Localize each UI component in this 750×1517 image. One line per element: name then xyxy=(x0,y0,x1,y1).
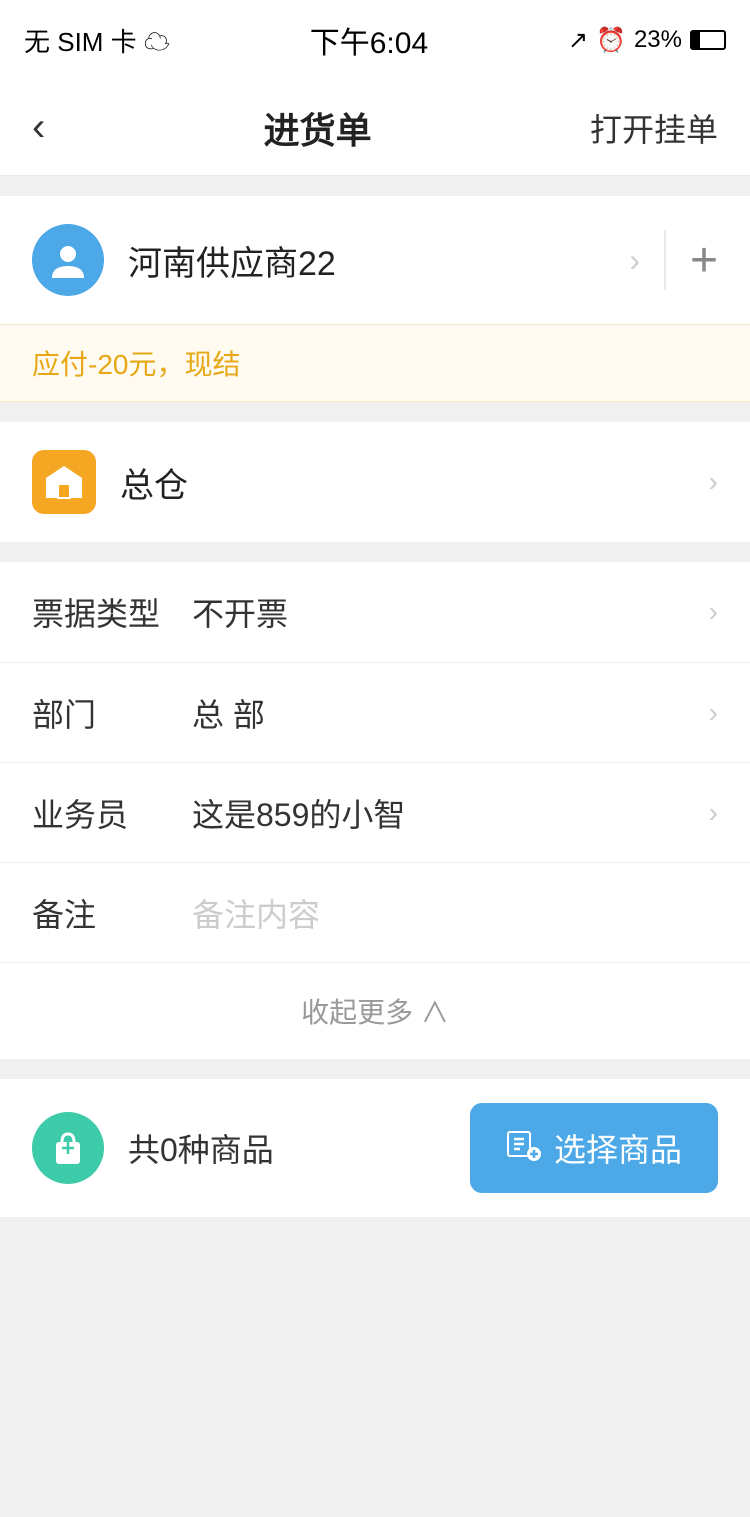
supplier-avatar xyxy=(32,224,104,296)
battery-icon xyxy=(690,30,726,50)
collapse-row[interactable]: 收起更多 ∧ xyxy=(0,962,750,1059)
remark-row[interactable]: 备注 备注内容 xyxy=(0,862,750,962)
bag-icon xyxy=(48,1128,88,1168)
department-row[interactable]: 部门 总 部 › xyxy=(0,662,750,762)
section-divider-1 xyxy=(0,176,750,196)
warehouse-row[interactable]: 总仓 › xyxy=(0,422,750,542)
select-product-label: 选择商品 xyxy=(554,1125,682,1171)
department-value: 总 部 xyxy=(172,690,709,736)
salesperson-value: 这是859的小智 xyxy=(172,790,709,836)
battery-text: 23% xyxy=(634,26,682,54)
info-banner: 应付-20元，现结 xyxy=(0,324,750,402)
select-product-button[interactable]: 选择商品 xyxy=(470,1103,718,1193)
remark-label: 备注 xyxy=(32,890,172,936)
section-divider-2 xyxy=(0,402,750,422)
form-section: 票据类型 不开票 › 部门 总 部 › 业务员 这是859的小智 › 备注 备注… xyxy=(0,562,750,1059)
section-divider-3 xyxy=(0,542,750,562)
select-product-icon xyxy=(506,1126,542,1170)
warehouse-name: 总仓 xyxy=(120,458,709,507)
department-chevron-icon: › xyxy=(709,697,718,729)
status-battery: ↗ ⏰ 23% xyxy=(568,26,726,55)
nav-bar: ‹ 进货单 打开挂单 xyxy=(0,80,750,176)
collapse-text: 收起更多 ∧ xyxy=(301,991,449,1031)
supplier-name: 河南供应商22 xyxy=(128,236,629,285)
product-count: 共0种商品 xyxy=(128,1125,446,1171)
remark-value[interactable]: 备注内容 xyxy=(172,890,718,936)
warehouse-icon-wrap xyxy=(32,450,96,514)
supplier-divider xyxy=(664,230,666,290)
back-button[interactable]: ‹ xyxy=(32,105,45,150)
product-bag-icon-wrap xyxy=(32,1112,104,1184)
add-supplier-button[interactable]: + xyxy=(690,233,718,288)
bottom-space xyxy=(0,1217,750,1517)
salesperson-chevron-icon: › xyxy=(709,797,718,829)
location-icon: ↗ xyxy=(568,26,588,55)
warehouse-chevron-icon: › xyxy=(709,466,718,498)
invoice-type-row[interactable]: 票据类型 不开票 › xyxy=(0,562,750,662)
salesperson-row[interactable]: 业务员 这是859的小智 › xyxy=(0,762,750,862)
supplier-chevron-icon: › xyxy=(629,242,640,279)
info-text: 应付-20元，现结 xyxy=(32,349,240,380)
status-bar: 无 SIM 卡 ☁ 下午6:04 ↗ ⏰ 23% xyxy=(0,0,750,80)
invoice-type-value: 不开票 xyxy=(172,589,709,635)
open-pending-button[interactable]: 打开挂单 xyxy=(590,105,718,151)
invoice-type-chevron-icon: › xyxy=(709,596,718,628)
supplier-section: 河南供应商22 › + 应付-20元，现结 xyxy=(0,196,750,402)
alarm-icon: ⏰ xyxy=(596,26,626,55)
warehouse-icon xyxy=(44,464,84,500)
status-network: 无 SIM 卡 ☁ xyxy=(24,22,170,59)
salesperson-label: 业务员 xyxy=(32,790,172,836)
page-title: 进货单 xyxy=(264,102,372,154)
supplier-row[interactable]: 河南供应商22 › + xyxy=(0,196,750,324)
status-time: 下午6:04 xyxy=(310,18,428,62)
product-section: 共0种商品 选择商品 xyxy=(0,1079,750,1217)
department-label: 部门 xyxy=(32,690,172,736)
person-icon xyxy=(48,240,88,280)
invoice-type-label: 票据类型 xyxy=(32,589,172,635)
